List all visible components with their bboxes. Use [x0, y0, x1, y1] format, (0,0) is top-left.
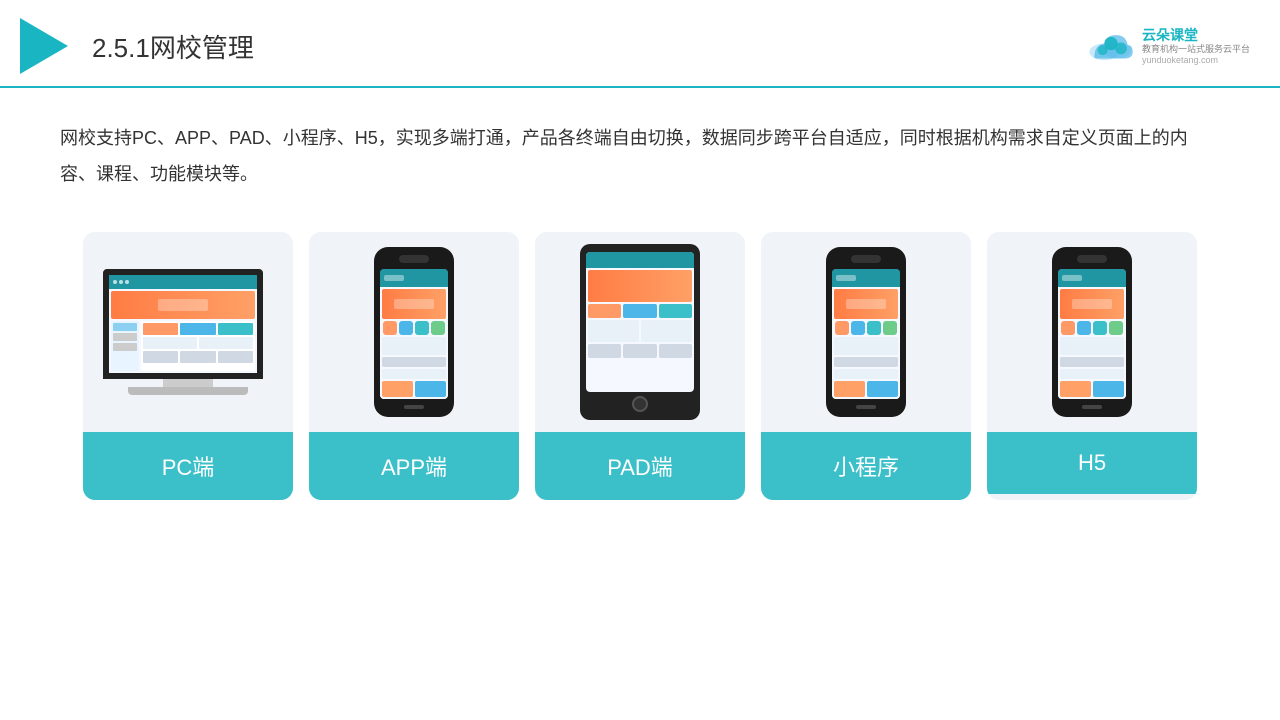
app-image-area	[309, 232, 519, 432]
pad-card: PAD端	[535, 232, 745, 500]
device-cards-container: PC端	[0, 212, 1280, 520]
tablet-screen	[586, 252, 694, 392]
miniprogram-home-button	[856, 405, 876, 409]
pc-mockup	[103, 269, 273, 395]
cloud-icon	[1086, 28, 1136, 64]
pad-image-area	[535, 232, 745, 432]
header: 2.5.1网校管理 云朵课堂 教育机构一站式服务云平台 yunduoketang…	[0, 0, 1280, 88]
app-screen	[380, 269, 448, 399]
pc-label: PC端	[83, 432, 293, 500]
pc-image-area	[83, 232, 293, 432]
cloud-logo: 云朵课堂 教育机构一站式服务云平台 yunduoketang.com	[1086, 27, 1250, 65]
brand-logo: 云朵课堂 教育机构一站式服务云平台 yunduoketang.com	[1086, 27, 1250, 65]
header-left: 2.5.1网校管理	[20, 18, 254, 74]
miniprogram-screen	[832, 269, 900, 399]
description-text: 网校支持PC、APP、PAD、小程序、H5，实现多端打通，产品各终端自由切换，数…	[0, 88, 1280, 212]
miniprogram-label: 小程序	[761, 432, 971, 500]
miniprogram-image-area	[761, 232, 971, 432]
h5-home-button	[1082, 405, 1102, 409]
pc-screen	[103, 269, 263, 379]
h5-screen	[1058, 269, 1126, 399]
app-label: APP端	[309, 432, 519, 500]
tablet-mockup	[580, 244, 700, 420]
h5-label: H5	[987, 432, 1197, 494]
page-title: 2.5.1网校管理	[92, 28, 254, 65]
pad-label: PAD端	[535, 432, 745, 500]
app-card: APP端	[309, 232, 519, 500]
app-phone-mockup	[374, 247, 454, 417]
play-icon	[20, 18, 68, 74]
pc-card: PC端	[83, 232, 293, 500]
miniprogram-phone-mockup	[826, 247, 906, 417]
miniprogram-card: 小程序	[761, 232, 971, 500]
h5-phone-mockup	[1052, 247, 1132, 417]
h5-image-area	[987, 232, 1197, 432]
logo-text: 云朵课堂 教育机构一站式服务云平台 yunduoketang.com	[1142, 27, 1250, 65]
h5-card: H5	[987, 232, 1197, 500]
tablet-home-button	[632, 396, 648, 412]
phone-home-button	[404, 405, 424, 409]
